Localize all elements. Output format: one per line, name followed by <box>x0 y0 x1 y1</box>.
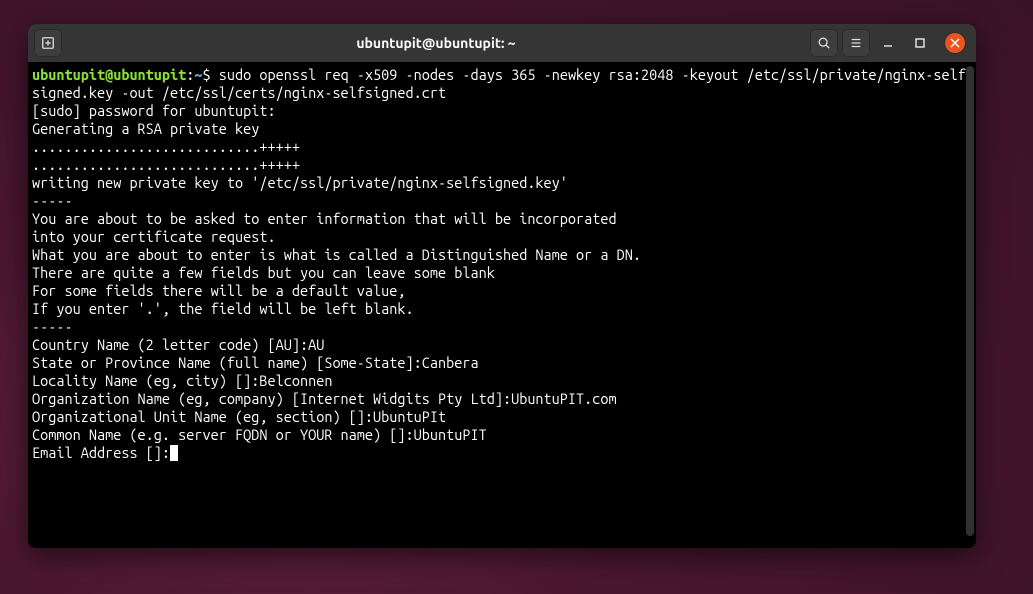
titlebar: ubuntupit@ubuntupit: ~ <box>28 24 976 62</box>
output-line: Email Address []: <box>32 444 170 461</box>
search-button[interactable] <box>810 29 838 57</box>
output-line: There are quite a few fields but you can… <box>32 264 495 281</box>
output-line: For some fields there will be a default … <box>32 282 406 299</box>
output-line: State or Province Name (full name) [Some… <box>32 354 479 371</box>
window-title: ubuntupit@ubuntupit: ~ <box>62 35 810 51</box>
minimize-icon <box>882 37 894 49</box>
output-line: [sudo] password for ubuntupit: <box>32 102 284 119</box>
output-line: You are about to be asked to enter infor… <box>32 210 617 227</box>
new-tab-icon <box>41 36 55 50</box>
prompt-dollar: $ <box>203 66 211 83</box>
output-line: ----- <box>32 192 73 209</box>
output-line: writing new private key to '/etc/ssl/pri… <box>32 174 568 191</box>
output-line: ............................+++++ <box>32 156 300 173</box>
terminal-window: ubuntupit@ubuntupit: ~ ubuntupit@ubuntup… <box>28 24 976 548</box>
scrollbar[interactable] <box>966 66 974 536</box>
output-line: What you are about to enter is what is c… <box>32 246 641 263</box>
close-button[interactable] <box>944 32 966 54</box>
prompt-path: ~ <box>194 66 202 83</box>
maximize-icon <box>914 37 926 49</box>
output-line: ----- <box>32 318 73 335</box>
output-line: If you enter '.', the field will be left… <box>32 300 414 317</box>
output-line: Generating a RSA private key <box>32 120 259 137</box>
output-line: Organization Name (eg, company) [Interne… <box>32 390 617 407</box>
scrollbar-thumb[interactable] <box>966 66 974 536</box>
menu-button[interactable] <box>842 29 870 57</box>
close-icon <box>950 38 960 48</box>
search-icon <box>817 36 831 50</box>
minimize-button[interactable] <box>874 29 902 57</box>
output-line: Organizational Unit Name (eg, section) [… <box>32 408 446 425</box>
cursor <box>170 445 178 461</box>
prompt-user-host: ubuntupit@ubuntupit <box>32 66 186 83</box>
output-line: ............................+++++ <box>32 138 300 155</box>
output-line: Country Name (2 letter code) [AU]:AU <box>32 336 324 353</box>
terminal-body[interactable]: ubuntupit@ubuntupit:~$ sudo openssl req … <box>28 62 976 548</box>
output-line: into your certificate request. <box>32 228 276 245</box>
command-text <box>211 66 219 83</box>
hamburger-icon <box>849 36 863 50</box>
new-tab-button[interactable] <box>34 29 62 57</box>
output-line: Common Name (e.g. server FQDN or YOUR na… <box>32 426 487 443</box>
output-line: Locality Name (eg, city) []:Belconnen <box>32 372 332 389</box>
maximize-button[interactable] <box>906 29 934 57</box>
